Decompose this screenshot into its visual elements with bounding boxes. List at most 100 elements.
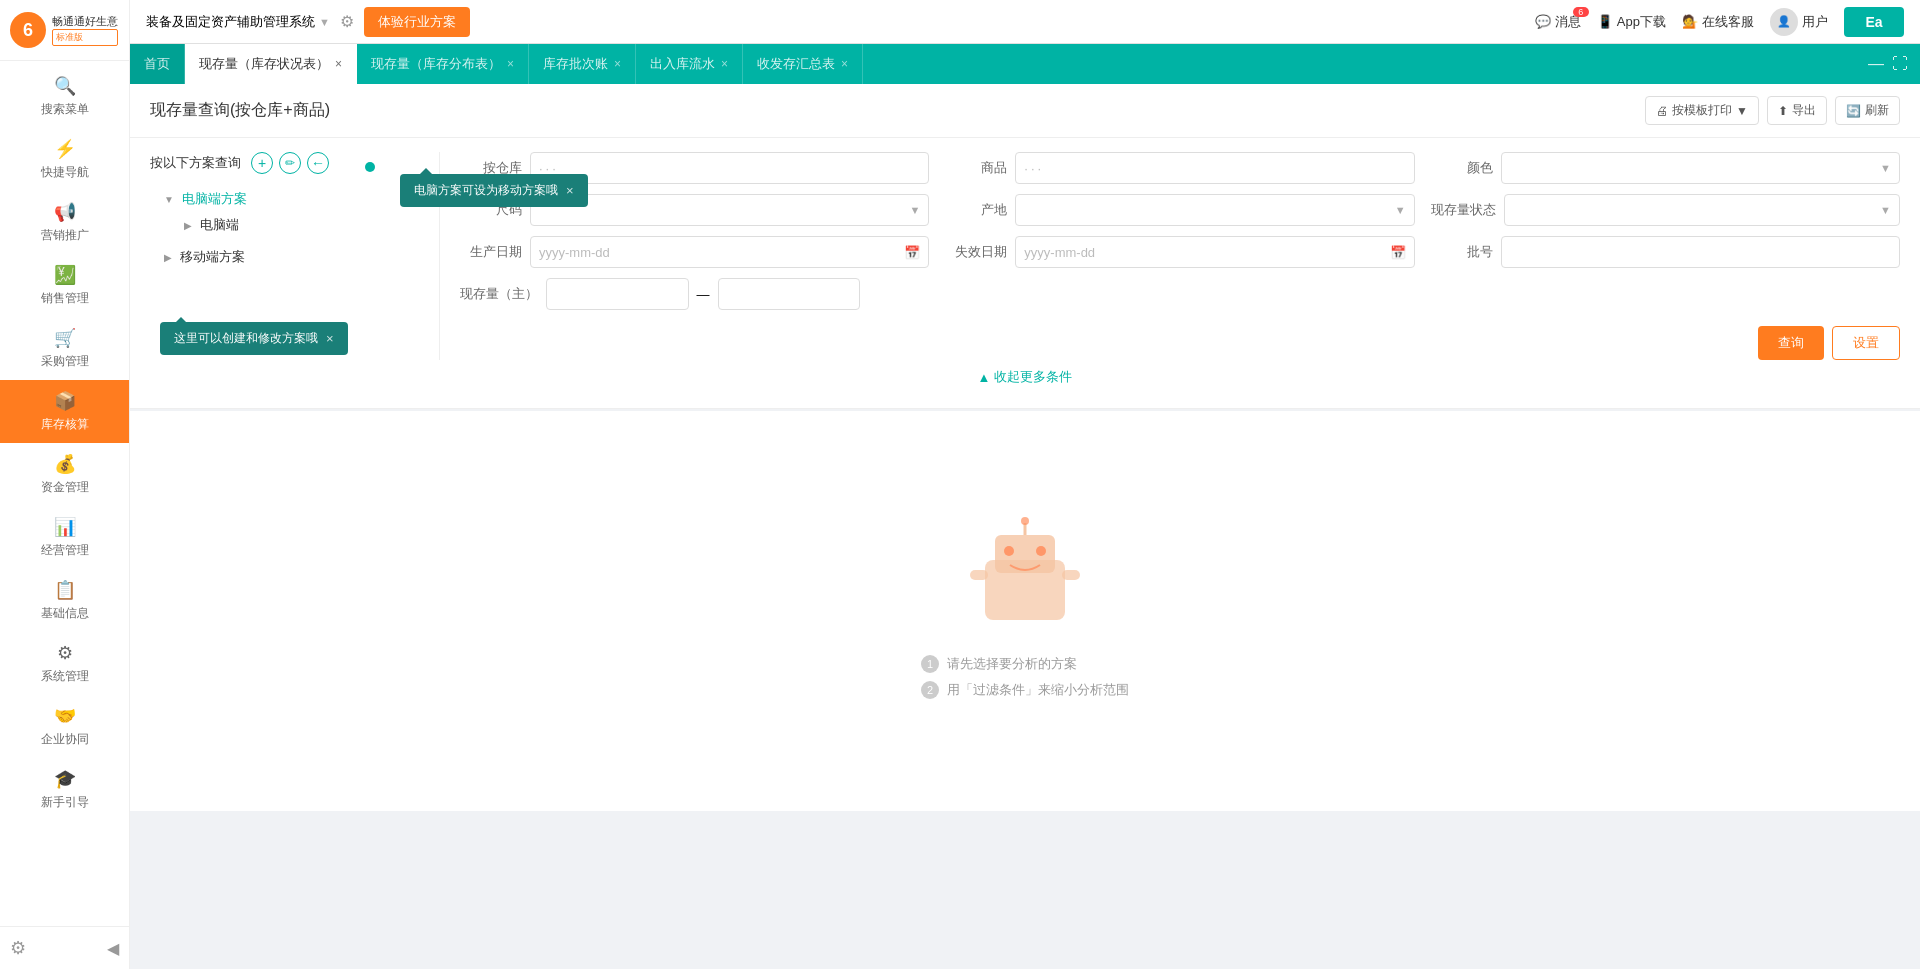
collapse-bar[interactable]: ▲ 收起更多条件 [150, 360, 1900, 394]
sidebar-collapse-icon[interactable]: ◀ [107, 939, 119, 958]
tab-maximize-icon[interactable]: ⛶ [1892, 55, 1908, 73]
sidebar-item-corp[interactable]: 🤝 企业协同 [0, 695, 129, 758]
tab-close-batch-account[interactable]: × [614, 57, 621, 71]
empty-step-1: 1 请先选择要分析的方案 [921, 655, 1129, 673]
scheme-mobile[interactable]: ▶ 移动端方案 [164, 244, 425, 270]
tab-inout-flow[interactable]: 出入库流水 × [636, 44, 743, 84]
field-goods: 商品 ··· [945, 152, 1414, 184]
color-input[interactable]: ▼ [1501, 152, 1900, 184]
size-input[interactable]: ▼ [530, 194, 929, 226]
tab-collect-summary[interactable]: 收发存汇总表 × [743, 44, 863, 84]
stock-qty-min[interactable] [546, 278, 689, 310]
sales-icon: 💹 [54, 264, 76, 286]
tab-close-inout-flow[interactable]: × [721, 57, 728, 71]
tooltip-edit-close[interactable]: × [326, 331, 334, 346]
system-name: 装备及固定资产辅助管理系统 [146, 13, 315, 31]
filter-header: 按以下方案查询 + ✏ ← 电脑方案可设为移动方案哦 × [150, 152, 425, 174]
tab-inventory-status[interactable]: 现存量（库存状况表） × [185, 44, 357, 84]
origin-input[interactable]: ▼ [1015, 194, 1414, 226]
stock-status-dropdown-icon: ▼ [1880, 204, 1891, 216]
collapse-up-icon: ▲ [978, 370, 991, 385]
stock-qty-max[interactable] [718, 278, 861, 310]
svg-point-3 [1036, 546, 1046, 556]
export-btn[interactable]: ⬆ 导出 [1767, 96, 1827, 125]
operation-icon: 📊 [54, 516, 76, 538]
sidebar-item-search[interactable]: 🔍 搜索菜单 [0, 65, 129, 128]
header-left: 装备及固定资产辅助管理系统 ▼ ⚙ 体验行业方案 [146, 7, 470, 37]
experience-button[interactable]: 体验行业方案 [364, 7, 470, 37]
filter-row-1: 按仓库 ··· 商品 ··· 颜色 [460, 152, 1900, 184]
service-icon: 💁 [1682, 14, 1698, 29]
sidebar-item-sales[interactable]: 💹 销售管理 [0, 254, 129, 317]
stock-status-input[interactable]: ▼ [1504, 194, 1900, 226]
tab-batch-account[interactable]: 库存批次账 × [529, 44, 636, 84]
scheme-desktop[interactable]: ▼ 电脑端方案 [164, 186, 425, 212]
tab-close-collect-summary[interactable]: × [841, 57, 848, 71]
scheme-list: ▼ 电脑端方案 ▶ 电脑端 ▶ 移动端方案 [150, 186, 425, 270]
color-dropdown-icon: ▼ [1880, 162, 1891, 174]
sidebar-item-system[interactable]: ⚙ 系统管理 [0, 632, 129, 695]
tab-close-inventory-status[interactable]: × [335, 57, 342, 71]
batch-no-input[interactable] [1501, 236, 1900, 268]
tab-home[interactable]: 首页 [130, 44, 185, 84]
refresh-btn[interactable]: 🔄 刷新 [1835, 96, 1900, 125]
field-stock-status: 现存量状态 ▼ [1431, 194, 1900, 226]
tab-close-inventory-dist[interactable]: × [507, 57, 514, 71]
back-btn[interactable]: ← [307, 152, 329, 174]
edit-scheme-btn[interactable]: ✏ [279, 152, 301, 174]
sidebar-settings-icon[interactable]: ⚙ [10, 937, 26, 959]
app-download-btn[interactable]: 📱 App下载 [1597, 13, 1666, 31]
warehouse-input[interactable]: ··· [530, 152, 929, 184]
prod-date-input[interactable]: yyyy-mm-dd 📅 [530, 236, 929, 268]
scheme-mobile-arrow: ▶ [164, 252, 172, 263]
sidebar-item-purchase[interactable]: 🛒 采购管理 [0, 317, 129, 380]
scheme-arrow-down: ▼ [164, 194, 174, 205]
sidebar-item-nav[interactable]: ⚡ 快捷导航 [0, 128, 129, 191]
settings-btn[interactable]: ⚙ [340, 12, 354, 31]
tooltip-edit-scheme: 这里可以创建和修改方案哦 × [160, 322, 348, 355]
system-select[interactable]: 装备及固定资产辅助管理系统 ▼ [146, 13, 330, 31]
print-template-btn[interactable]: 🖨 按模板打印 ▼ [1645, 96, 1759, 125]
sidebar-item-operation[interactable]: 📊 经营管理 [0, 506, 129, 569]
online-service-btn[interactable]: 💁 在线客服 [1682, 13, 1754, 31]
purchase-icon: 🛒 [54, 327, 76, 349]
page-actions: 🖨 按模板打印 ▼ ⬆ 导出 🔄 刷新 [1645, 96, 1900, 125]
goods-input[interactable]: ··· [1015, 152, 1414, 184]
notification-icon: 💬 [1535, 14, 1551, 29]
calendar-icon-1: 📅 [904, 245, 920, 260]
empty-state-container: 1 请先选择要分析的方案 2 用「过滤条件」来缩小分析范围 [130, 411, 1920, 811]
tab-inventory-dist[interactable]: 现存量（库存分布表） × [357, 44, 529, 84]
sidebar-item-marketing[interactable]: 📢 营销推广 [0, 191, 129, 254]
top-header: 装备及固定资产辅助管理系统 ▼ ⚙ 体验行业方案 💬 消息 6 📱 App下载 … [130, 0, 1920, 44]
add-scheme-btn[interactable]: + [251, 152, 273, 174]
app-icon: 📱 [1597, 14, 1613, 29]
filter-fields: 按仓库 ··· 商品 ··· 颜色 [440, 152, 1900, 360]
empty-state: 1 请先选择要分析的方案 2 用「过滤条件」来缩小分析范围 [921, 435, 1129, 787]
sidebar-item-guide[interactable]: 🎓 新手引导 [0, 758, 129, 821]
ea-badge: Ea [1844, 7, 1904, 37]
reset-button[interactable]: 设置 [1832, 326, 1900, 360]
scheme-desktop-child[interactable]: ▶ 电脑端 [184, 212, 425, 238]
user-btn[interactable]: 👤 用户 [1770, 8, 1828, 36]
expire-date-input[interactable]: yyyy-mm-dd 📅 [1015, 236, 1414, 268]
filter-label: 按以下方案查询 [150, 154, 241, 172]
search-button[interactable]: 查询 [1758, 326, 1824, 360]
step-num-2: 2 [921, 681, 939, 699]
notification-btn[interactable]: 💬 消息 6 [1535, 13, 1581, 31]
logo-badge: 标准版 [52, 29, 118, 46]
tooltip-add-close[interactable]: × [566, 183, 574, 198]
scheme-desktop-children: ▶ 电脑端 [164, 212, 425, 238]
user-avatar: 👤 [1770, 8, 1798, 36]
sidebar-item-basic[interactable]: 📋 基础信息 [0, 569, 129, 632]
tooltip-dot [365, 162, 375, 172]
calendar-icon-2: 📅 [1390, 245, 1406, 260]
sidebar-item-inventory[interactable]: 📦 库存核算 [0, 380, 129, 443]
tab-minimize-icon[interactable]: — [1868, 55, 1884, 73]
svg-point-2 [1004, 546, 1014, 556]
field-batch-no: 批号 [1431, 236, 1900, 268]
empty-step-2: 2 用「过滤条件」来缩小分析范围 [921, 681, 1129, 699]
sidebar-item-finance[interactable]: 💰 资金管理 [0, 443, 129, 506]
logo-icon: 6 [10, 12, 46, 48]
system-dropdown-icon: ▼ [319, 16, 330, 28]
print-icon: 🖨 [1656, 104, 1668, 118]
